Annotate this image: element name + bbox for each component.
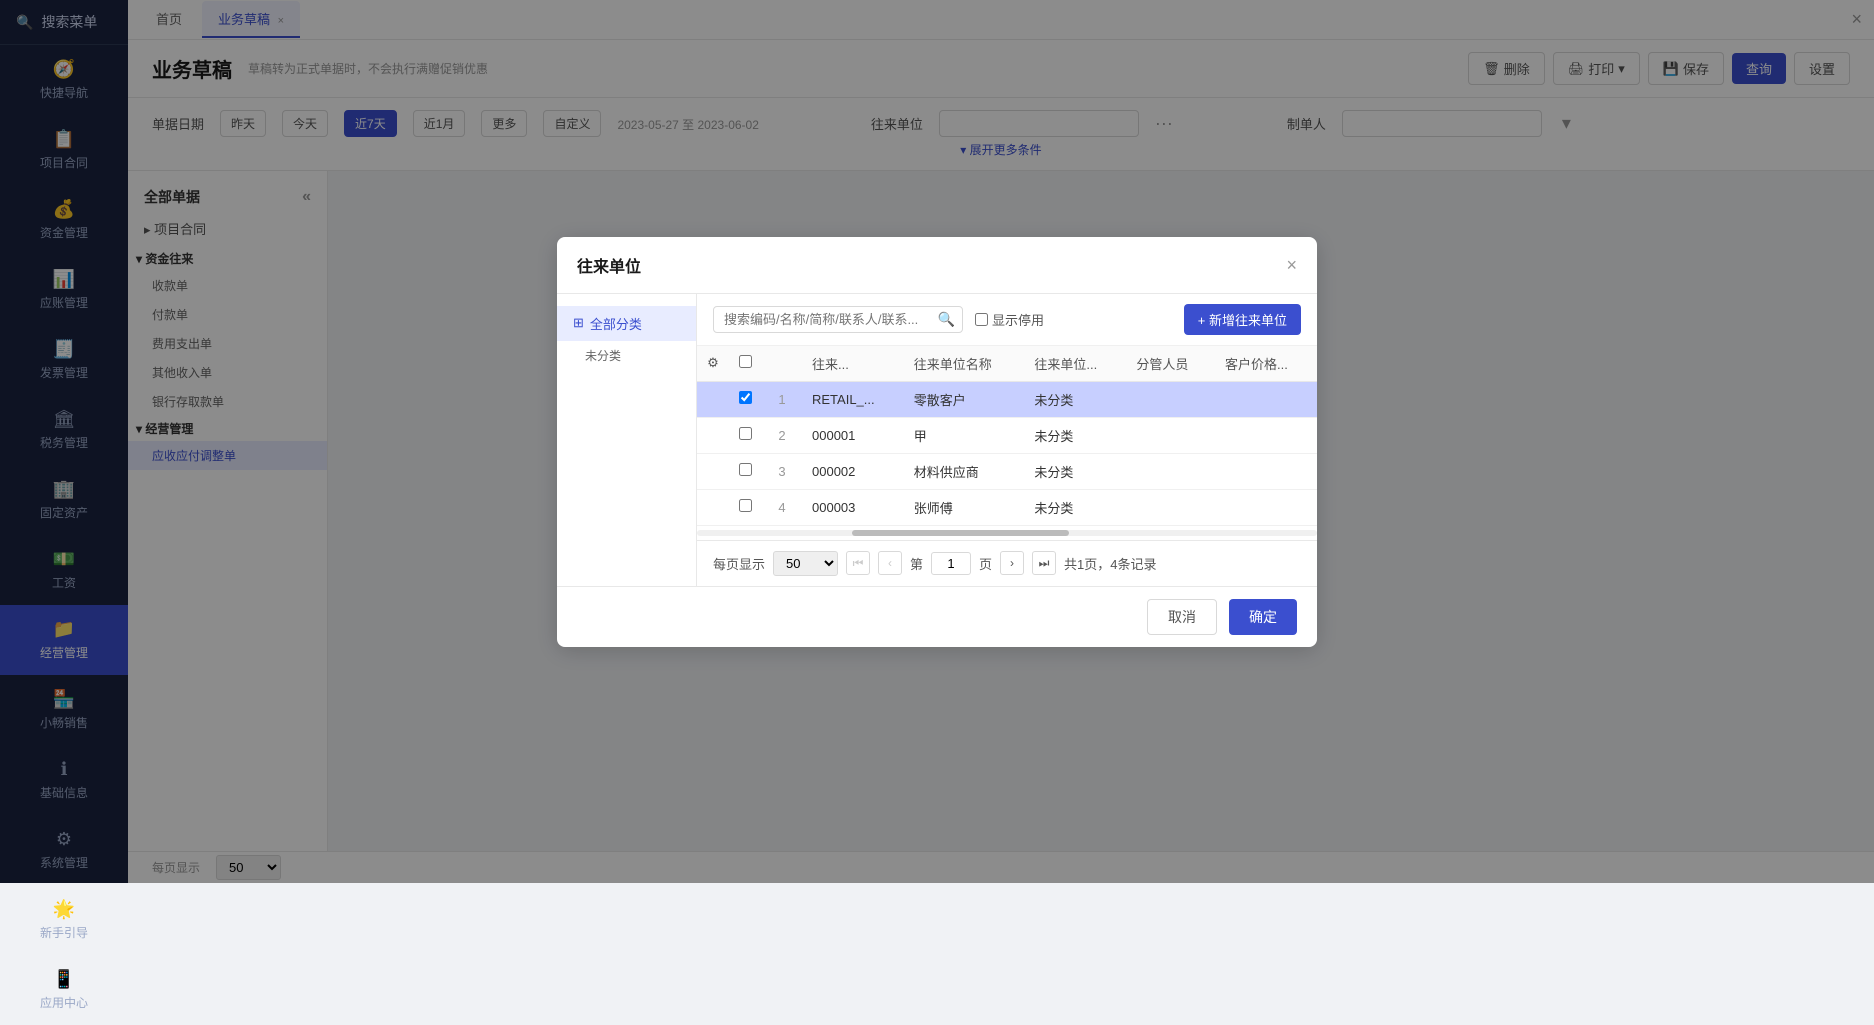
row-setting <box>697 489 729 525</box>
row-check-3[interactable] <box>729 453 762 489</box>
row-name-1: 零散客户 <box>904 381 1025 417</box>
row-category-2: 未分类 <box>1024 417 1126 453</box>
col-manager-header: 分管人员 <box>1126 346 1215 382</box>
row-setting <box>697 417 729 453</box>
modal-header: 往来单位 × <box>557 237 1317 294</box>
h-scrollbar[interactable] <box>697 530 1317 536</box>
modal-title: 往来单位 <box>577 253 641 277</box>
table-row[interactable]: 3 000002 材料供应商 未分类 <box>697 453 1317 489</box>
modal-body: ⊞ 全部分类 未分类 🔍 显示停用 <box>557 294 1317 586</box>
row-category-1: 未分类 <box>1024 381 1126 417</box>
first-page-button[interactable]: ⏮ <box>846 551 870 575</box>
table-row[interactable]: 1 RETAIL_... 零散客户 未分类 <box>697 381 1317 417</box>
row-price-2 <box>1215 417 1317 453</box>
col-name-header: 往来单位名称 <box>904 346 1025 382</box>
row-price-1 <box>1215 381 1317 417</box>
col-category-header: 往来单位... <box>1024 346 1126 382</box>
per-page-select[interactable]: 50 <box>773 551 838 576</box>
app-icon: 📱 <box>53 969 75 990</box>
row-manager-3 <box>1126 453 1215 489</box>
col-code-header: 往来... <box>802 346 904 382</box>
row-price-4 <box>1215 489 1317 525</box>
row-name-2: 甲 <box>904 417 1025 453</box>
show-disabled-label: 显示停用 <box>992 310 1044 329</box>
row-category-3: 未分类 <box>1024 453 1126 489</box>
contact-search-input[interactable] <box>713 306 963 333</box>
grid-icon: ⊞ <box>573 315 584 331</box>
add-contact-label: + 新增往来单位 <box>1198 313 1287 328</box>
table-row[interactable]: 2 000001 甲 未分类 <box>697 417 1317 453</box>
show-disabled-checkbox[interactable]: 显示停用 <box>975 310 1044 329</box>
data-table: ⚙ 往来... 往来单位名称 往来单位... 分管人员 客户价格... <box>697 346 1317 540</box>
confirm-button[interactable]: 确定 <box>1229 599 1297 635</box>
row-num-2: 2 <box>762 417 802 453</box>
modal-main-content: 🔍 显示停用 + 新增往来单位 ⚙ <box>697 294 1317 586</box>
modal-pagination: 每页显示 50 ⏮ ‹ 第 页 › ⏭ 共1页，4条记录 <box>697 540 1317 586</box>
modal-sidebar-sub-label: 未分类 <box>585 349 621 363</box>
sidebar-item-newbie-guide[interactable]: 🌟 新手引导 <box>0 885 128 955</box>
prev-page-button[interactable]: ‹ <box>878 551 902 575</box>
row-setting <box>697 381 729 417</box>
add-contact-button[interactable]: + 新增往来单位 <box>1184 304 1301 335</box>
modal-overlay: 往来单位 × ⊞ 全部分类 未分类 🔍 <box>0 0 1874 883</box>
search-wrap: 🔍 <box>713 306 963 333</box>
row-manager-2 <box>1126 417 1215 453</box>
row-price-3 <box>1215 453 1317 489</box>
row-category-4: 未分类 <box>1024 489 1126 525</box>
page-label: 页 <box>979 554 992 573</box>
table-row[interactable]: 4 000003 张师傅 未分类 <box>697 489 1317 525</box>
last-page-button[interactable]: ⏭ <box>1032 551 1056 575</box>
check-all[interactable] <box>739 355 752 368</box>
modal-close-button[interactable]: × <box>1286 256 1297 274</box>
col-check-all[interactable] <box>729 346 762 382</box>
row-name-3: 材料供应商 <box>904 453 1025 489</box>
row-check-4[interactable] <box>729 489 762 525</box>
modal-sidebar-all-label: 全部分类 <box>590 314 642 333</box>
row-setting <box>697 453 729 489</box>
show-disabled-check[interactable] <box>975 313 988 326</box>
next-page-button[interactable]: › <box>1000 551 1024 575</box>
table-header-row: ⚙ 往来... 往来单位名称 往来单位... 分管人员 客户价格... <box>697 346 1317 382</box>
col-num <box>762 346 802 382</box>
sidebar-item-app-center[interactable]: 📱 应用中心 <box>0 955 128 1025</box>
row-num-1: 1 <box>762 381 802 417</box>
row-num-4: 4 <box>762 489 802 525</box>
cancel-button[interactable]: 取消 <box>1147 599 1217 635</box>
col-settings[interactable]: ⚙ <box>697 346 729 382</box>
row-code-2: 000001 <box>802 417 904 453</box>
row-check-2[interactable] <box>729 417 762 453</box>
sidebar-item-label: 应用中心 <box>40 994 88 1011</box>
search-icon[interactable]: 🔍 <box>938 311 955 328</box>
row-code-4: 000003 <box>802 489 904 525</box>
row-num-3: 3 <box>762 453 802 489</box>
row-code-1: RETAIL_... <box>802 381 904 417</box>
modal-sidebar: ⊞ 全部分类 未分类 <box>557 294 697 586</box>
modal-toolbar: 🔍 显示停用 + 新增往来单位 <box>697 294 1317 346</box>
row-name-4: 张师傅 <box>904 489 1025 525</box>
per-page-label: 每页显示 <box>713 554 765 573</box>
page-label-pre: 第 <box>910 554 923 573</box>
h-scrollbar-thumb <box>852 530 1069 536</box>
modal-footer: 取消 确定 <box>557 586 1317 647</box>
current-page-input[interactable] <box>931 552 971 575</box>
row-manager-1 <box>1126 381 1215 417</box>
row-check-1[interactable] <box>729 381 762 417</box>
modal-sidebar-uncategorized[interactable]: 未分类 <box>557 341 696 370</box>
col-price-header: 客户价格... <box>1215 346 1317 382</box>
total-info: 共1页，4条记录 <box>1064 554 1156 573</box>
guide-icon: 🌟 <box>53 899 75 920</box>
contact-modal: 往来单位 × ⊞ 全部分类 未分类 🔍 <box>557 237 1317 647</box>
row-manager-4 <box>1126 489 1215 525</box>
row-code-3: 000002 <box>802 453 904 489</box>
sidebar-item-label: 新手引导 <box>40 924 88 941</box>
modal-sidebar-all-category[interactable]: ⊞ 全部分类 <box>557 306 696 341</box>
